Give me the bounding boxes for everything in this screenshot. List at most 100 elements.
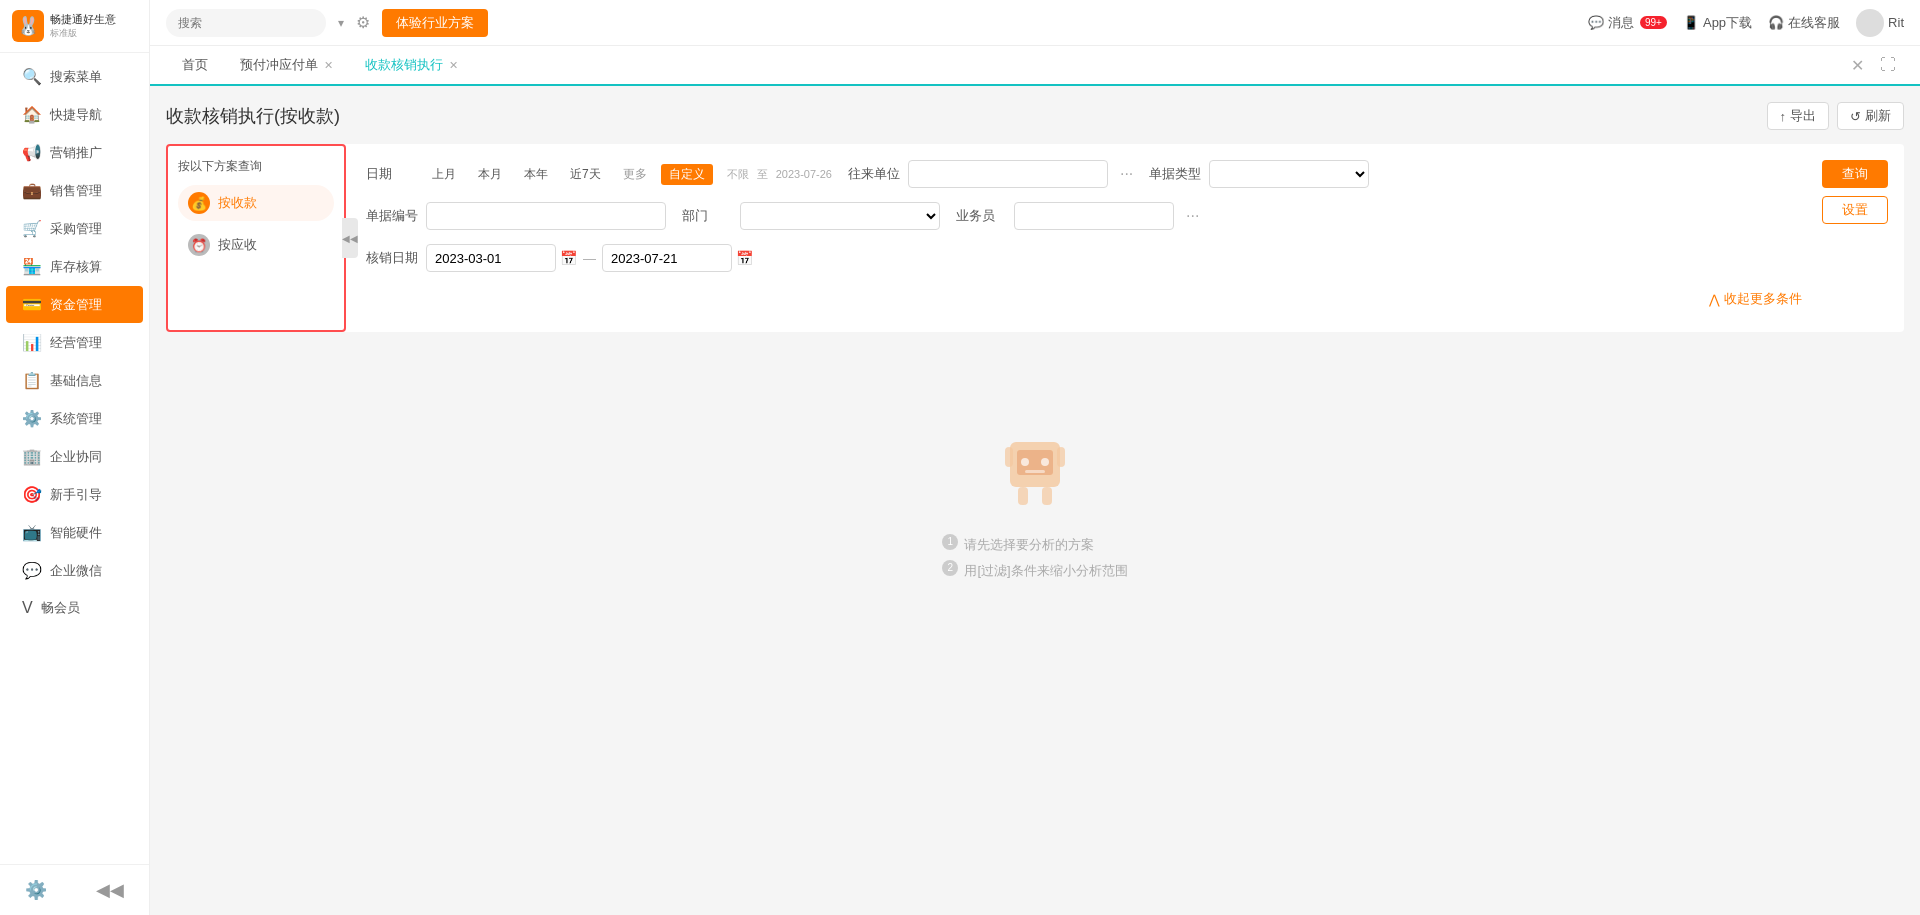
message-btn[interactable]: 💬 消息 99+: [1588, 14, 1667, 32]
filter-docno-field: 单据编号: [366, 202, 666, 230]
app-download-btn[interactable]: 📱 App下载: [1683, 14, 1752, 32]
sidebar-item-wechat[interactable]: 💬 企业微信: [6, 552, 143, 589]
filter-left-title: 按以下方案查询: [178, 158, 334, 175]
date-opt-last-month[interactable]: 上月: [424, 164, 464, 185]
svg-point-2: [1021, 458, 1029, 466]
sidebar-item-search[interactable]: 🔍 搜索菜单: [6, 58, 143, 95]
collapse-more-btn[interactable]: ⋀ 收起更多条件: [366, 286, 1802, 316]
sidebar-item-guide[interactable]: 🎯 新手引导: [6, 476, 143, 513]
svg-rect-5: [1005, 447, 1013, 467]
docno-label: 单据编号: [366, 207, 418, 225]
refresh-btn[interactable]: ↺ 刷新: [1837, 102, 1904, 130]
empty-illustration: [985, 412, 1085, 512]
basic-icon: 📋: [22, 371, 42, 390]
verify-start-input[interactable]: [426, 244, 556, 272]
filter-row-1: 日期 上月 本月 本年 近7天 更多 自定义 不限 至 2023: [366, 160, 1802, 188]
refresh-icon: ↺: [1850, 109, 1861, 124]
sidebar-item-inventory[interactable]: 🏪 库存核算: [6, 248, 143, 285]
sidebar-item-sales[interactable]: 💼 销售管理: [6, 172, 143, 209]
unit-input[interactable]: [908, 160, 1108, 188]
date-opt-more[interactable]: 更多: [615, 164, 655, 185]
topbar-right: 💬 消息 99+ 📱 App下载 🎧 在线客服 Rit: [1588, 9, 1904, 37]
sidebar-item-shortcut[interactable]: 🏠 快捷导航: [6, 96, 143, 133]
date-to-label: 至: [757, 167, 768, 182]
docno-input[interactable]: [426, 202, 666, 230]
verify-end-input[interactable]: [602, 244, 732, 272]
setting-btn[interactable]: 设置: [1822, 196, 1888, 224]
verify-end-wrap: 📅: [602, 244, 753, 272]
collapse-left-btn[interactable]: ◀◀: [342, 218, 358, 258]
message-icon: 💬: [1588, 15, 1604, 30]
app-icon: 📱: [1683, 15, 1699, 30]
page-content: 收款核销执行(按收款) ↑ 导出 ↺ 刷新 按以下方案查询 💰 按收款: [150, 86, 1920, 915]
topbar-search-input[interactable]: [166, 9, 326, 37]
topbar-gear-icon[interactable]: ⚙: [356, 13, 370, 32]
query-btn[interactable]: 查询: [1822, 160, 1888, 188]
dept-select[interactable]: [740, 202, 940, 230]
filter-dept-field: 部门: [682, 202, 940, 230]
collapse-more-icon: ⋀: [1709, 292, 1720, 307]
date-opt-custom[interactable]: 自定义: [661, 164, 713, 185]
svg-point-3: [1041, 458, 1049, 466]
filter-left-panel: 按以下方案查询 💰 按收款 ⏰ 按应收 ◀◀: [166, 144, 346, 332]
filter-unit-field: 往来单位 ···: [848, 160, 1133, 188]
tip-num-1: 1: [942, 534, 958, 550]
tab-receipt-close[interactable]: ✕: [449, 59, 458, 72]
filter-row-2: 单据编号 部门 业务员 ···: [366, 202, 1802, 230]
filter-staff-field: 业务员 ···: [956, 202, 1199, 230]
settings-bottom-btn[interactable]: ⚙️: [19, 873, 53, 907]
tab-close-all-btn[interactable]: ✕: [1843, 56, 1872, 75]
sidebar-item-business[interactable]: 📊 经营管理: [6, 324, 143, 361]
filter-option-by-receivable[interactable]: ⏰ 按应收: [178, 227, 334, 263]
filter-option-by-receipt[interactable]: 💰 按收款: [178, 185, 334, 221]
tab-prepay-close[interactable]: ✕: [324, 59, 333, 72]
tip-text-2: 用[过滤]条件来缩小分析范围: [964, 558, 1127, 584]
sidebar-item-inventory-label: 库存核算: [50, 258, 102, 276]
online-service-btn[interactable]: 🎧 在线客服: [1768, 14, 1840, 32]
sidebar-menu: 🔍 搜索菜单 🏠 快捷导航 📢 营销推广 💼 销售管理 🛒 采购管理 🏪 库存核…: [0, 53, 149, 864]
user-avatar: [1856, 9, 1884, 37]
sidebar-item-member[interactable]: V 畅会员: [6, 590, 143, 626]
collapse-sidebar-btn[interactable]: ◀◀: [90, 873, 130, 907]
date-opt-this-month[interactable]: 本月: [470, 164, 510, 185]
date-opt-this-year[interactable]: 本年: [516, 164, 556, 185]
tab-home-label: 首页: [182, 56, 208, 74]
staff-dots-btn[interactable]: ···: [1186, 207, 1199, 225]
sidebar-item-basic[interactable]: 📋 基础信息: [6, 362, 143, 399]
topbar-dropdown-btn[interactable]: ▾: [338, 16, 344, 30]
date-opt-7days[interactable]: 近7天: [562, 164, 609, 185]
sidebar-item-system-label: 系统管理: [50, 410, 102, 428]
sidebar-item-funds[interactable]: 💳 资金管理: [6, 286, 143, 323]
user-info[interactable]: Rit: [1856, 9, 1904, 37]
tab-receipt[interactable]: 收款核销执行 ✕: [349, 46, 474, 86]
tab-home[interactable]: 首页: [166, 46, 224, 86]
svg-rect-6: [1057, 447, 1065, 467]
verify-start-calendar-icon[interactable]: 📅: [560, 250, 577, 266]
date-range: 📅 — 📅: [426, 244, 753, 272]
sidebar-item-purchase-label: 采购管理: [50, 220, 102, 238]
sidebar-item-hardware[interactable]: 📺 智能硬件: [6, 514, 143, 551]
verify-end-calendar-icon[interactable]: 📅: [736, 250, 753, 266]
sidebar-item-basic-label: 基础信息: [50, 372, 102, 390]
filter-doctype-field: 单据类型: [1149, 160, 1381, 188]
tab-prepay[interactable]: 预付冲应付单 ✕: [224, 46, 349, 86]
export-btn[interactable]: ↑ 导出: [1767, 102, 1830, 130]
home-icon: 🏠: [22, 105, 42, 124]
sidebar-item-system[interactable]: ⚙️ 系统管理: [6, 400, 143, 437]
empty-tip-1: 1 请先选择要分析的方案: [942, 532, 1127, 558]
user-name: Rit: [1888, 15, 1904, 30]
sidebar-item-marketing[interactable]: 📢 营销推广: [6, 134, 143, 171]
sidebar-item-shortcut-label: 快捷导航: [50, 106, 102, 124]
sidebar-item-purchase[interactable]: 🛒 采购管理: [6, 210, 143, 247]
unit-dots-btn[interactable]: ···: [1120, 165, 1133, 183]
sidebar-item-marketing-label: 营销推广: [50, 144, 102, 162]
solution-btn[interactable]: 体验行业方案: [382, 9, 488, 37]
sidebar-item-enterprise[interactable]: 🏢 企业协同: [6, 438, 143, 475]
funds-icon: 💳: [22, 295, 42, 314]
doctype-select[interactable]: [1209, 160, 1369, 188]
business-icon: 📊: [22, 333, 42, 352]
sales-icon: 💼: [22, 181, 42, 200]
tab-fullscreen-btn[interactable]: ⛶: [1872, 56, 1904, 74]
doctype-label: 单据类型: [1149, 165, 1201, 183]
staff-input[interactable]: [1014, 202, 1174, 230]
